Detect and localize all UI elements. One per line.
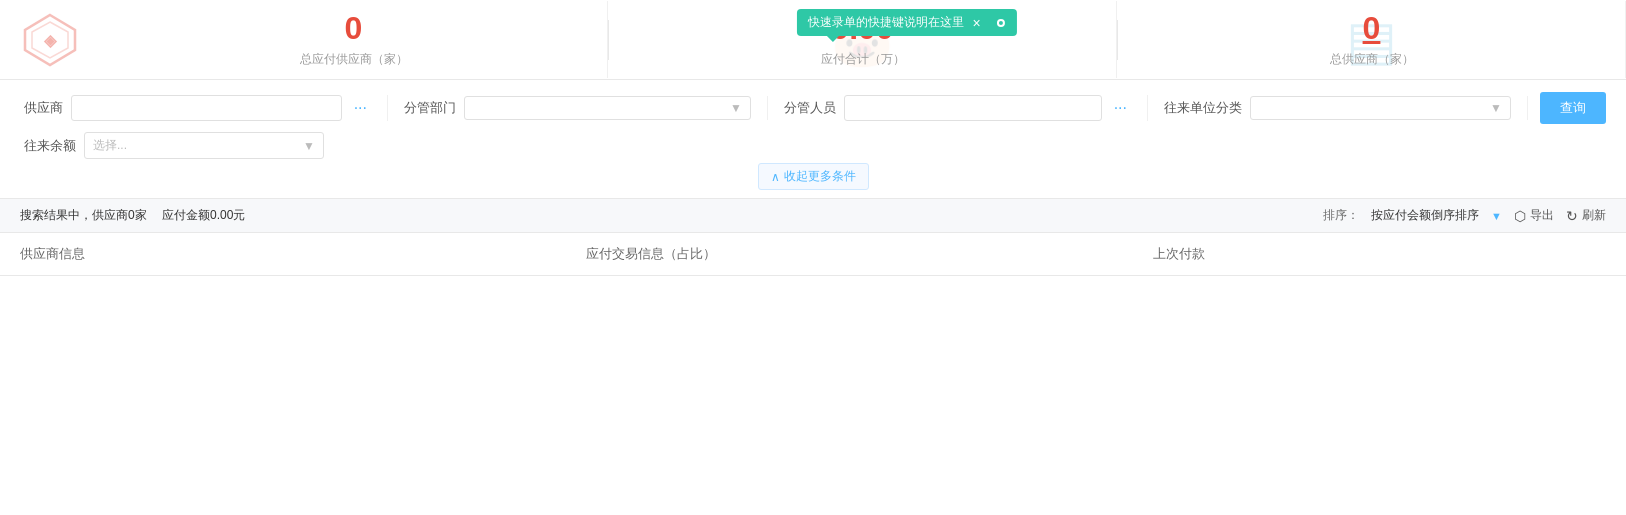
unit-class-filter-label: 往来单位分类 (1164, 99, 1242, 117)
stat-payable-supplier-label: 总应付供应商（家） (300, 51, 408, 68)
sort-select[interactable]: 按应付会额倒序排序 (1371, 207, 1479, 224)
stat-payable-total: 🐷 快速录单的快捷键说明在这里 × 0.00 应付合计（万） (609, 1, 1117, 77)
result-amount-value: 0.00元 (210, 208, 245, 222)
filter-unit-class: 往来单位分类 ▼ (1148, 96, 1528, 120)
stat-payable-supplier-number: 0 (345, 11, 363, 46)
filter-supplier: 供应商 ··· (20, 95, 388, 121)
result-info: 搜索结果中，供应商0家 应付金额0.00元 (20, 207, 245, 224)
sort-chevron-icon: ▼ (1491, 210, 1502, 222)
table-body (0, 276, 1626, 515)
refresh-button[interactable]: ↻ 刷新 (1566, 207, 1606, 224)
filter-balance: 往来余额 选择... ▼ (20, 132, 340, 159)
col-supplier-header: 供应商信息 (20, 245, 586, 263)
stat-total-supplier-number: 0 (1363, 11, 1381, 46)
collapse-up-icon: ∧ (771, 170, 780, 184)
unit-class-filter-select[interactable]: ▼ (1250, 96, 1511, 120)
stat-total-supplier: ▤ 0 总供应商（家） (1118, 1, 1626, 77)
collapse-row: ∧ 收起更多条件 (20, 163, 1606, 190)
svg-text:◈: ◈ (43, 32, 58, 49)
query-button[interactable]: 查询 (1540, 92, 1606, 124)
col-transaction-header: 应付交易信息（占比） (586, 245, 1152, 263)
unit-class-dropdown-icon: ▼ (1490, 101, 1502, 115)
collapse-label: 收起更多条件 (784, 168, 856, 185)
stat-total-supplier-label: 总供应商（家） (1330, 51, 1414, 68)
balance-filter-select[interactable]: 选择... ▼ (84, 132, 324, 159)
result-supplier-count: 0家 (128, 208, 147, 222)
export-icon: ⬡ (1514, 208, 1526, 224)
filter-row-1: 供应商 ··· 分管部门 ▼ 分管人员 ··· 往来单位分类 ▼ 查询 (20, 92, 1606, 124)
stat-payable-amount-label: 应付合计（万） (821, 51, 905, 68)
filter-row-2: 往来余额 选择... ▼ (20, 132, 1606, 159)
filter-person: 分管人员 ··· (768, 95, 1148, 121)
tooltip-dot-indicator (997, 19, 1005, 27)
col-payment-header: 上次付款 (1153, 245, 1606, 263)
sort-label: 排序： (1323, 207, 1359, 224)
stat-total-payable-supplier: 0 总应付供应商（家） (100, 1, 608, 77)
department-filter-label: 分管部门 (404, 99, 456, 117)
result-actions: 排序： 按应付会额倒序排序 ▼ ⬡ 导出 ↻ 刷新 (1323, 207, 1606, 224)
table-header: 供应商信息 应付交易信息（占比） 上次付款 (0, 233, 1626, 276)
supplier-filter-label: 供应商 (24, 99, 63, 117)
refresh-icon: ↻ (1566, 208, 1578, 224)
tooltip-text: 快速录单的快捷键说明在这里 (808, 14, 964, 31)
balance-placeholder: 选择... (93, 137, 127, 154)
filter-bar: 供应商 ··· 分管部门 ▼ 分管人员 ··· 往来单位分类 ▼ 查询 (0, 80, 1626, 199)
balance-dropdown-icon: ▼ (303, 139, 315, 153)
balance-filter-label: 往来余额 (24, 137, 76, 155)
shortcut-tooltip: 快速录单的快捷键说明在这里 × (796, 9, 1016, 36)
supplier-filter-dots[interactable]: ··· (350, 97, 371, 119)
result-bar: 搜索结果中，供应商0家 应付金额0.00元 排序： 按应付会额倒序排序 ▼ ⬡ … (0, 199, 1626, 233)
collapse-button[interactable]: ∧ 收起更多条件 (758, 163, 869, 190)
supplier-filter-input[interactable] (71, 95, 342, 121)
person-filter-dots[interactable]: ··· (1110, 97, 1131, 119)
refresh-label: 刷新 (1582, 207, 1606, 224)
person-filter-input[interactable] (844, 95, 1102, 121)
tooltip-close-button[interactable]: × (972, 16, 980, 30)
person-filter-label: 分管人员 (784, 99, 836, 117)
filter-department: 分管部门 ▼ (388, 96, 768, 120)
department-dropdown-icon: ▼ (730, 101, 742, 115)
result-amount-prefix: 应付金额 (162, 208, 210, 222)
logo-icon: ◈ (20, 10, 80, 70)
result-info-prefix: 搜索结果中，供应商 (20, 208, 128, 222)
department-filter-select[interactable]: ▼ (464, 96, 751, 120)
export-button[interactable]: ⬡ 导出 (1514, 207, 1554, 224)
stats-bar: ◈ 0 总应付供应商（家） 🐷 快速录单的快捷键说明在这里 × 0.00 应付合… (0, 0, 1626, 80)
export-label: 导出 (1530, 207, 1554, 224)
